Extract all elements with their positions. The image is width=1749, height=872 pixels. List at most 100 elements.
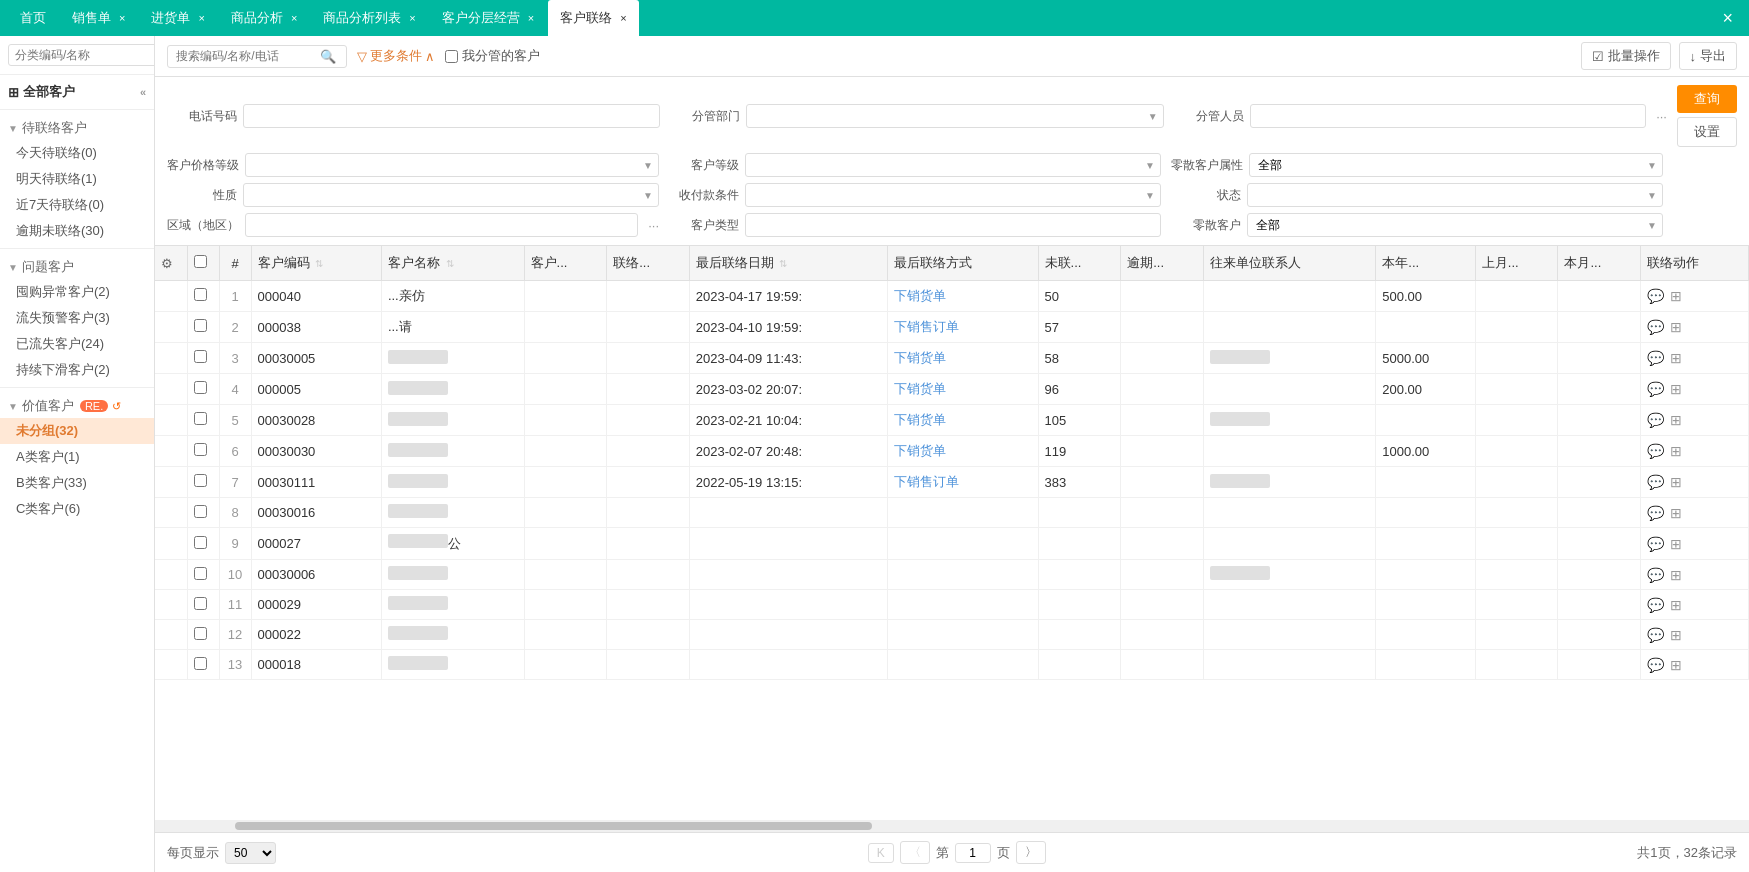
contact-method-link[interactable]: 下销货单 <box>894 412 946 427</box>
grid-action-icon[interactable]: ⊞ <box>1670 288 1682 304</box>
region-input[interactable] <box>245 213 638 237</box>
sidebar-item-today-pending[interactable]: 今天待联络(0) <box>0 140 154 166</box>
message-icon[interactable]: 💬 <box>1647 350 1664 366</box>
sidebar-all-customers[interactable]: ⊞ 全部客户 « <box>0 75 154 105</box>
prev-page-button[interactable]: 〈 <box>900 841 930 864</box>
next-page-button[interactable]: 〉 <box>1016 841 1046 864</box>
tab-product-analysis[interactable]: 商品分析 × <box>219 0 309 36</box>
row-checkbox[interactable] <box>194 567 207 580</box>
row-checkbox[interactable] <box>194 657 207 670</box>
grid-action-icon[interactable]: ⊞ <box>1670 627 1682 643</box>
grid-action-icon[interactable]: ⊞ <box>1670 505 1682 521</box>
row-checkbox[interactable] <box>194 319 207 332</box>
row-checkbox[interactable] <box>194 505 207 518</box>
tab-customer-tier[interactable]: 客户分层经营 × <box>430 0 546 36</box>
attr-select[interactable]: 全部 <box>1249 153 1663 177</box>
message-icon[interactable]: 💬 <box>1647 412 1664 428</box>
close-icon[interactable]: × <box>119 12 125 24</box>
contact-method-link[interactable]: 下销售订单 <box>894 474 959 489</box>
grid-action-icon[interactable]: ⊞ <box>1670 657 1682 673</box>
refresh-icon[interactable]: ↺ <box>112 400 121 413</box>
sidebar-group-value[interactable]: ▼ 价值客户 RE. ↺ <box>0 392 154 418</box>
nature-select[interactable] <box>243 183 659 207</box>
message-icon[interactable]: 💬 <box>1647 474 1664 490</box>
more-conditions-button[interactable]: ▽ 更多条件 ∧ <box>357 47 435 65</box>
person-input[interactable] <box>1250 104 1646 128</box>
tab-customer-contact[interactable]: 客户联络 × <box>548 0 638 36</box>
tab-product-analysis-list[interactable]: 商品分析列表 × <box>311 0 427 36</box>
grid-action-icon[interactable]: ⊞ <box>1670 412 1682 428</box>
row-checkbox[interactable] <box>194 381 207 394</box>
price-level-select[interactable] <box>245 153 659 177</box>
horizontal-scrollbar[interactable] <box>155 820 1749 832</box>
first-page-button[interactable]: K <box>868 843 894 863</box>
row-checkbox[interactable] <box>194 288 207 301</box>
grid-action-icon[interactable]: ⊞ <box>1670 319 1682 335</box>
grid-action-icon[interactable]: ⊞ <box>1670 443 1682 459</box>
message-icon[interactable]: 💬 <box>1647 381 1664 397</box>
contact-method-link[interactable]: 下销货单 <box>894 350 946 365</box>
code-col-header[interactable]: 客户编码 ⇅ <box>251 246 381 281</box>
close-window-button[interactable]: × <box>1714 8 1741 28</box>
name-col-header[interactable]: 客户名称 ⇅ <box>381 246 524 281</box>
sidebar-item-unclassified[interactable]: 未分组(32) <box>0 418 154 444</box>
row-checkbox[interactable] <box>194 443 207 456</box>
sidebar-item-overdue[interactable]: 逾期未联络(30) <box>0 218 154 244</box>
tab-purchase[interactable]: 进货单 × <box>139 0 216 36</box>
status-select[interactable] <box>1247 183 1663 207</box>
grid-action-icon[interactable]: ⊞ <box>1670 597 1682 613</box>
sidebar-item-class-c[interactable]: C类客户(6) <box>0 496 154 522</box>
batch-op-button[interactable]: ☑ 批量操作 <box>1581 42 1671 70</box>
tab-sales[interactable]: 销售单 × <box>60 0 137 36</box>
sidebar-item-7days-pending[interactable]: 近7天待联络(0) <box>0 192 154 218</box>
phone-input[interactable] <box>243 104 660 128</box>
row-checkbox[interactable] <box>194 536 207 549</box>
select-all-checkbox[interactable] <box>194 255 207 268</box>
sidebar-item-tomorrow-pending[interactable]: 明天待联络(1) <box>0 166 154 192</box>
message-icon[interactable]: 💬 <box>1647 567 1664 583</box>
customer-level-select[interactable] <box>745 153 1161 177</box>
dept-select[interactable] <box>746 104 1163 128</box>
message-icon[interactable]: 💬 <box>1647 536 1664 552</box>
region-dots-button[interactable]: ··· <box>648 218 659 233</box>
message-icon[interactable]: 💬 <box>1647 319 1664 335</box>
payment-select[interactable] <box>745 183 1161 207</box>
sidebar-item-churn-warning[interactable]: 流失预警客户(3) <box>0 305 154 331</box>
close-icon[interactable]: × <box>620 12 626 24</box>
sidebar-item-declining[interactable]: 持续下滑客户(2) <box>0 357 154 383</box>
message-icon[interactable]: 💬 <box>1647 597 1664 613</box>
message-icon[interactable]: 💬 <box>1647 627 1664 643</box>
sidebar-item-class-b[interactable]: B类客户(33) <box>0 470 154 496</box>
contact-method-link[interactable]: 下销货单 <box>894 288 946 303</box>
sidebar-item-hoarding-abnormal[interactable]: 囤购异常客户(2) <box>0 279 154 305</box>
grid-action-icon[interactable]: ⊞ <box>1670 350 1682 366</box>
message-icon[interactable]: 💬 <box>1647 657 1664 673</box>
retail-select[interactable]: 全部 <box>1247 213 1663 237</box>
message-icon[interactable]: 💬 <box>1647 443 1664 459</box>
contact-method-link[interactable]: 下销货单 <box>894 381 946 396</box>
settings-icon[interactable]: ⚙ <box>161 256 173 271</box>
sidebar-search-input[interactable] <box>8 44 155 66</box>
contact-method-link[interactable]: 下销售订单 <box>894 319 959 334</box>
page-number-input[interactable] <box>955 843 991 863</box>
sidebar-item-churned[interactable]: 已流失客户(24) <box>0 331 154 357</box>
row-checkbox[interactable] <box>194 474 207 487</box>
main-search-input[interactable] <box>176 49 316 63</box>
reset-button[interactable]: 设置 <box>1677 117 1737 147</box>
sidebar-group-pending[interactable]: ▼ 待联络客户 <box>0 114 154 140</box>
tab-home[interactable]: 首页 <box>8 0 58 36</box>
person-dots-button[interactable]: ··· <box>1656 109 1667 124</box>
sidebar-item-class-a[interactable]: A类客户(1) <box>0 444 154 470</box>
page-size-select[interactable]: 50 20 100 <box>225 842 276 864</box>
grid-action-icon[interactable]: ⊞ <box>1670 474 1682 490</box>
close-icon[interactable]: × <box>528 12 534 24</box>
close-icon[interactable]: × <box>198 12 204 24</box>
close-icon[interactable]: × <box>291 12 297 24</box>
my-customers-checkbox[interactable] <box>445 50 458 63</box>
message-icon[interactable]: 💬 <box>1647 505 1664 521</box>
last-contact-date-col-header[interactable]: 最后联络日期 ⇅ <box>689 246 887 281</box>
scrollbar-thumb[interactable] <box>235 822 873 830</box>
row-checkbox[interactable] <box>194 412 207 425</box>
customer-type-input[interactable] <box>745 213 1161 237</box>
grid-action-icon[interactable]: ⊞ <box>1670 381 1682 397</box>
